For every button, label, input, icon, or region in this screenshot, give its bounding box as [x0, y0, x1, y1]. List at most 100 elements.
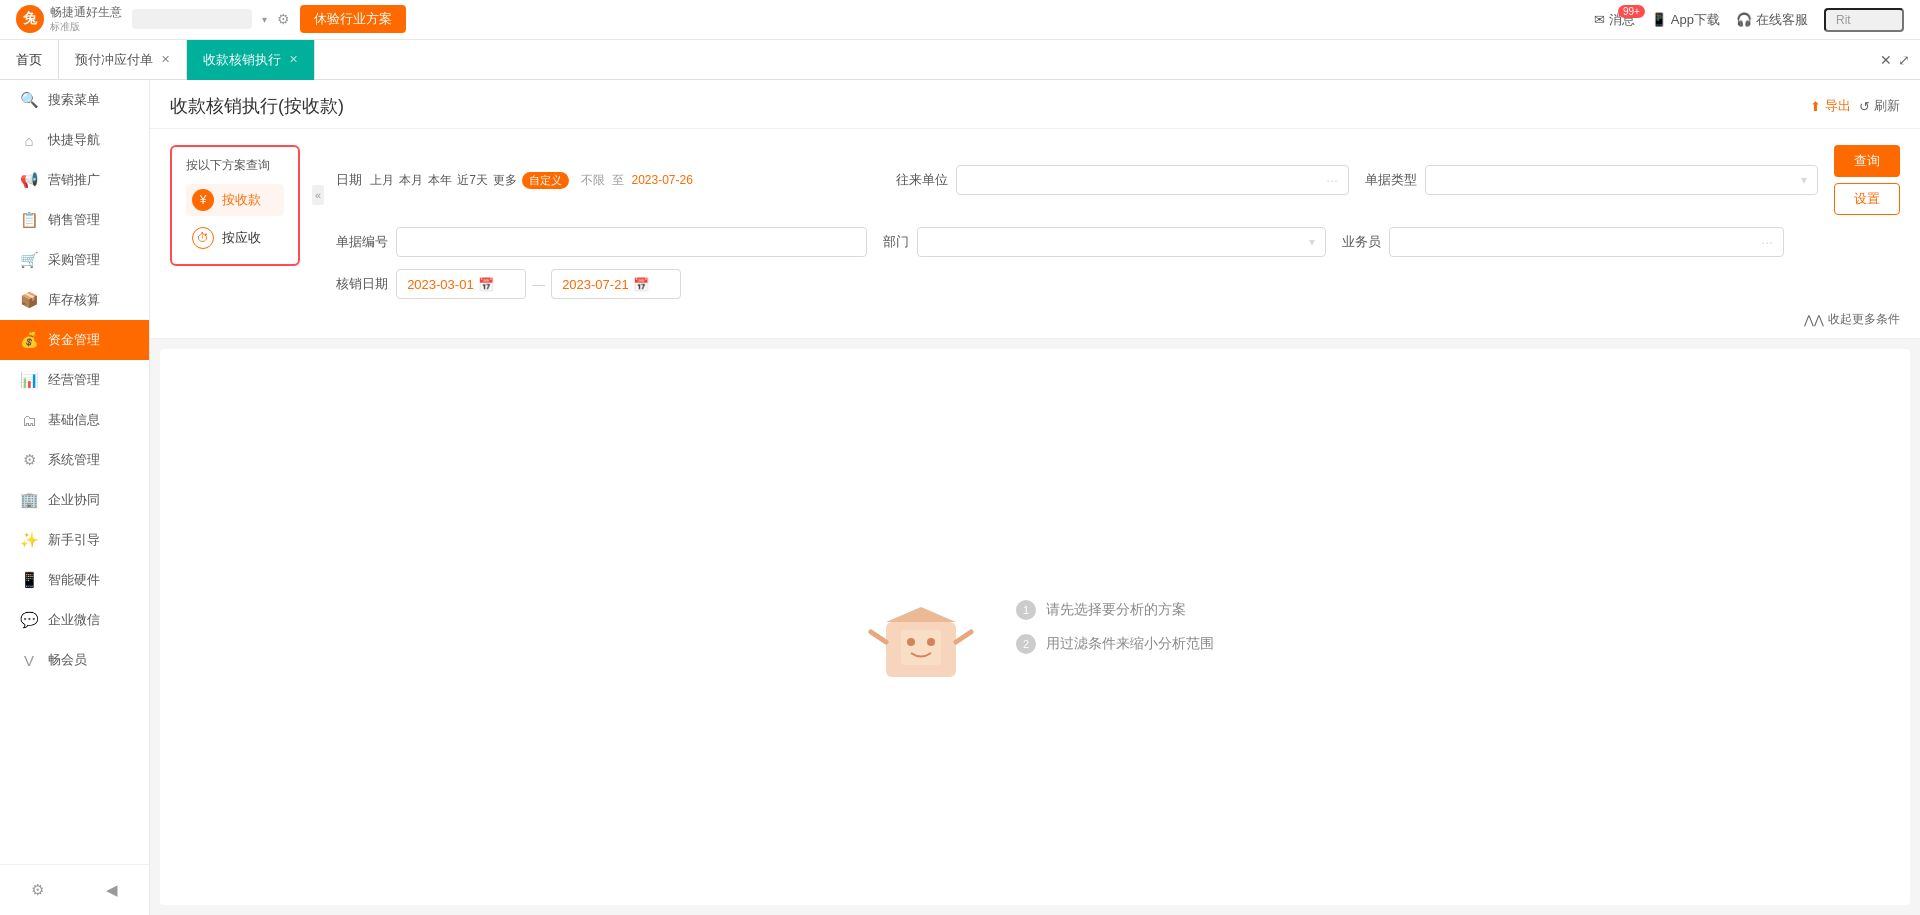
tab-receipt-close-icon[interactable]: ✕ [289, 53, 298, 66]
chevron-up-icon: ⋀⋀ [1804, 313, 1824, 327]
system-icon: ⚙ [20, 451, 38, 469]
collapse-side-btn[interactable]: « [312, 185, 324, 205]
enterprise-icon: 🏢 [20, 491, 38, 509]
refresh-label: 刷新 [1874, 97, 1900, 115]
message-area[interactable]: ✉ 消息 99+ [1594, 11, 1635, 29]
page-header-actions: ⬆ 导出 ↺ 刷新 [1810, 97, 1900, 115]
sidebar-item-sales[interactable]: 📋 销售管理 [0, 200, 149, 240]
sidebar-item-inventory[interactable]: 📦 库存核算 [0, 280, 149, 320]
online-service-link[interactable]: 🎧 在线客服 [1736, 11, 1808, 29]
date-label: 日期 [336, 171, 362, 189]
query-button[interactable]: 查询 [1834, 145, 1900, 177]
header-left: 兔 畅捷通好生意 标准版 ▾ ⚙ 休验行业方案 [16, 5, 406, 33]
verify-date-inputs: 2023-03-01 📅 — 2023-07-21 📅 [396, 269, 681, 299]
tab-prepay[interactable]: 预付冲应付单 ✕ [59, 40, 187, 80]
export-button[interactable]: ⬆ 导出 [1810, 97, 1851, 115]
operations-icon: 📊 [20, 371, 38, 389]
partner-field: 往来单位 ··· [896, 165, 1349, 195]
user-info-input[interactable] [1824, 8, 1904, 32]
sidebar-item-marketing[interactable]: 📢 营销推广 [0, 160, 149, 200]
logo-icon: 兔 [16, 5, 44, 33]
sidebar-item-nav[interactable]: ⌂ 快捷导航 [0, 120, 149, 160]
industry-btn[interactable]: 休验行业方案 [300, 5, 406, 33]
gear-icon[interactable]: ⚙ [277, 11, 290, 27]
date-end-value: 2023-07-26 [632, 173, 693, 187]
sidebar-label-inventory: 库存核算 [48, 291, 100, 309]
tab-home[interactable]: 首页 [0, 40, 59, 80]
shortcut-this-month[interactable]: 本月 [399, 172, 423, 189]
empty-steps: 1 请先选择要分析的方案 2 用过滤条件来缩小分析范围 [1016, 600, 1214, 654]
sidebar-label-member: 畅会员 [48, 651, 87, 669]
sidebar-item-search[interactable]: 🔍 搜索菜单 [0, 80, 149, 120]
department-arrow-icon: ▾ [1309, 235, 1315, 249]
sales-rep-input[interactable]: ··· [1389, 227, 1784, 257]
doc-type-input[interactable]: ▾ [1425, 165, 1818, 195]
refresh-icon: ↺ [1859, 99, 1870, 114]
sidebar-item-member[interactable]: V 畅会员 [0, 640, 149, 680]
sidebar-item-system[interactable]: ⚙ 系统管理 [0, 440, 149, 480]
empty-step-2: 2 用过滤条件来缩小分析范围 [1016, 634, 1214, 654]
sidebar-item-basic-info[interactable]: 🗂 基础信息 [0, 400, 149, 440]
department-field: 部门 ▾ [883, 227, 1325, 257]
filter-row-3: 核销日期 2023-03-01 📅 — 2023-07-21 📅 [336, 269, 1900, 299]
shortcut-this-year[interactable]: 本年 [428, 172, 452, 189]
top-header: 兔 畅捷通好生意 标准版 ▾ ⚙ 休验行业方案 ✉ 消息 99+ 📱 App下载… [0, 0, 1920, 40]
filter-scheme-title: 按以下方案查询 [186, 157, 284, 174]
doc-number-input[interactable] [396, 227, 867, 257]
filter-option-by-receivable[interactable]: ⏱ 按应收 [186, 222, 284, 254]
receipt-option-label: 按收款 [222, 191, 261, 209]
shortcut-7days[interactable]: 近7天 [457, 172, 488, 189]
collapse-arrow-area: « [312, 185, 324, 205]
step2-num: 2 [1016, 634, 1036, 654]
verify-date-end-input[interactable]: 2023-07-21 📅 [551, 269, 681, 299]
main-layout: 🔍 搜索菜单 ⌂ 快捷导航 📢 营销推广 📋 销售管理 🛒 采购管理 📦 库存核… [0, 80, 1920, 915]
sidebar-label-finance: 资金管理 [48, 331, 100, 349]
sales-rep-field: 业务员 ··· [1342, 227, 1784, 257]
doc-number-label: 单据编号 [336, 233, 388, 251]
custom-date-badge[interactable]: 自定义 [522, 172, 569, 189]
sales-rep-dots-icon: ··· [1761, 234, 1773, 250]
verify-date-separator: — [532, 277, 545, 292]
sidebar-item-enterprise[interactable]: 🏢 企业协同 [0, 480, 149, 520]
empty-state: 1 请先选择要分析的方案 2 用过滤条件来缩小分析范围 [160, 349, 1910, 905]
step1-text: 请先选择要分析的方案 [1046, 601, 1186, 619]
refresh-button[interactable]: ↺ 刷新 [1859, 97, 1900, 115]
sidebar-item-guide[interactable]: ✨ 新手引导 [0, 520, 149, 560]
settings-button[interactable]: 设置 [1834, 183, 1900, 215]
tab-close-btn[interactable]: ✕ [1880, 52, 1892, 68]
filter-option-by-receipt[interactable]: ¥ 按收款 [186, 184, 284, 216]
page-header: 收款核销执行(按收款) ⬆ 导出 ↺ 刷新 [150, 80, 1920, 129]
date-shortcuts-group: 上月 本月 本年 近7天 更多 自定义 [370, 172, 569, 189]
step1-num: 1 [1016, 600, 1036, 620]
verify-date-start-input[interactable]: 2023-03-01 📅 [396, 269, 526, 299]
sidebar-collapse-btn[interactable]: ◀ [100, 875, 124, 905]
export-label: 导出 [1825, 97, 1851, 115]
partner-input[interactable]: ··· [956, 165, 1349, 195]
collapse-more-button[interactable]: ⋀⋀ 收起更多条件 [1804, 311, 1900, 328]
inventory-icon: 📦 [20, 291, 38, 309]
tab-receipt[interactable]: 收款核销执行 ✕ [187, 40, 315, 80]
partner-dots-icon: ··· [1326, 172, 1338, 188]
shortcut-more[interactable]: 更多 [493, 172, 517, 189]
doc-number-field: 单据编号 [336, 227, 867, 257]
app-download-link[interactable]: 📱 App下载 [1651, 11, 1720, 29]
shortcut-last-month[interactable]: 上月 [370, 172, 394, 189]
tab-expand-btn[interactable]: ⤢ [1898, 52, 1910, 68]
sidebar-item-hardware[interactable]: 📱 智能硬件 [0, 560, 149, 600]
sidebar-item-finance[interactable]: 💰 资金管理 [0, 320, 149, 360]
sidebar-item-operations[interactable]: 📊 经营管理 [0, 360, 149, 400]
wechat-icon: 💬 [20, 611, 38, 629]
doc-type-field: 单据类型 ▾ [1365, 165, 1818, 195]
sidebar-item-wechat[interactable]: 💬 企业微信 [0, 600, 149, 640]
breadcrumb-input[interactable] [132, 9, 252, 29]
message-icon: ✉ [1594, 12, 1605, 27]
sidebar-settings-btn[interactable]: ⚙ [25, 875, 50, 905]
sidebar-item-purchase[interactable]: 🛒 采购管理 [0, 240, 149, 280]
tab-prepay-close-icon[interactable]: ✕ [161, 53, 170, 66]
marketing-icon: 📢 [20, 171, 38, 189]
doc-type-arrow-icon: ▾ [1801, 173, 1807, 187]
receipt-option-icon: ¥ [192, 189, 214, 211]
message-badge: 99+ [1618, 5, 1645, 18]
department-input[interactable]: ▾ [917, 227, 1325, 257]
doc-type-label: 单据类型 [1365, 171, 1417, 189]
